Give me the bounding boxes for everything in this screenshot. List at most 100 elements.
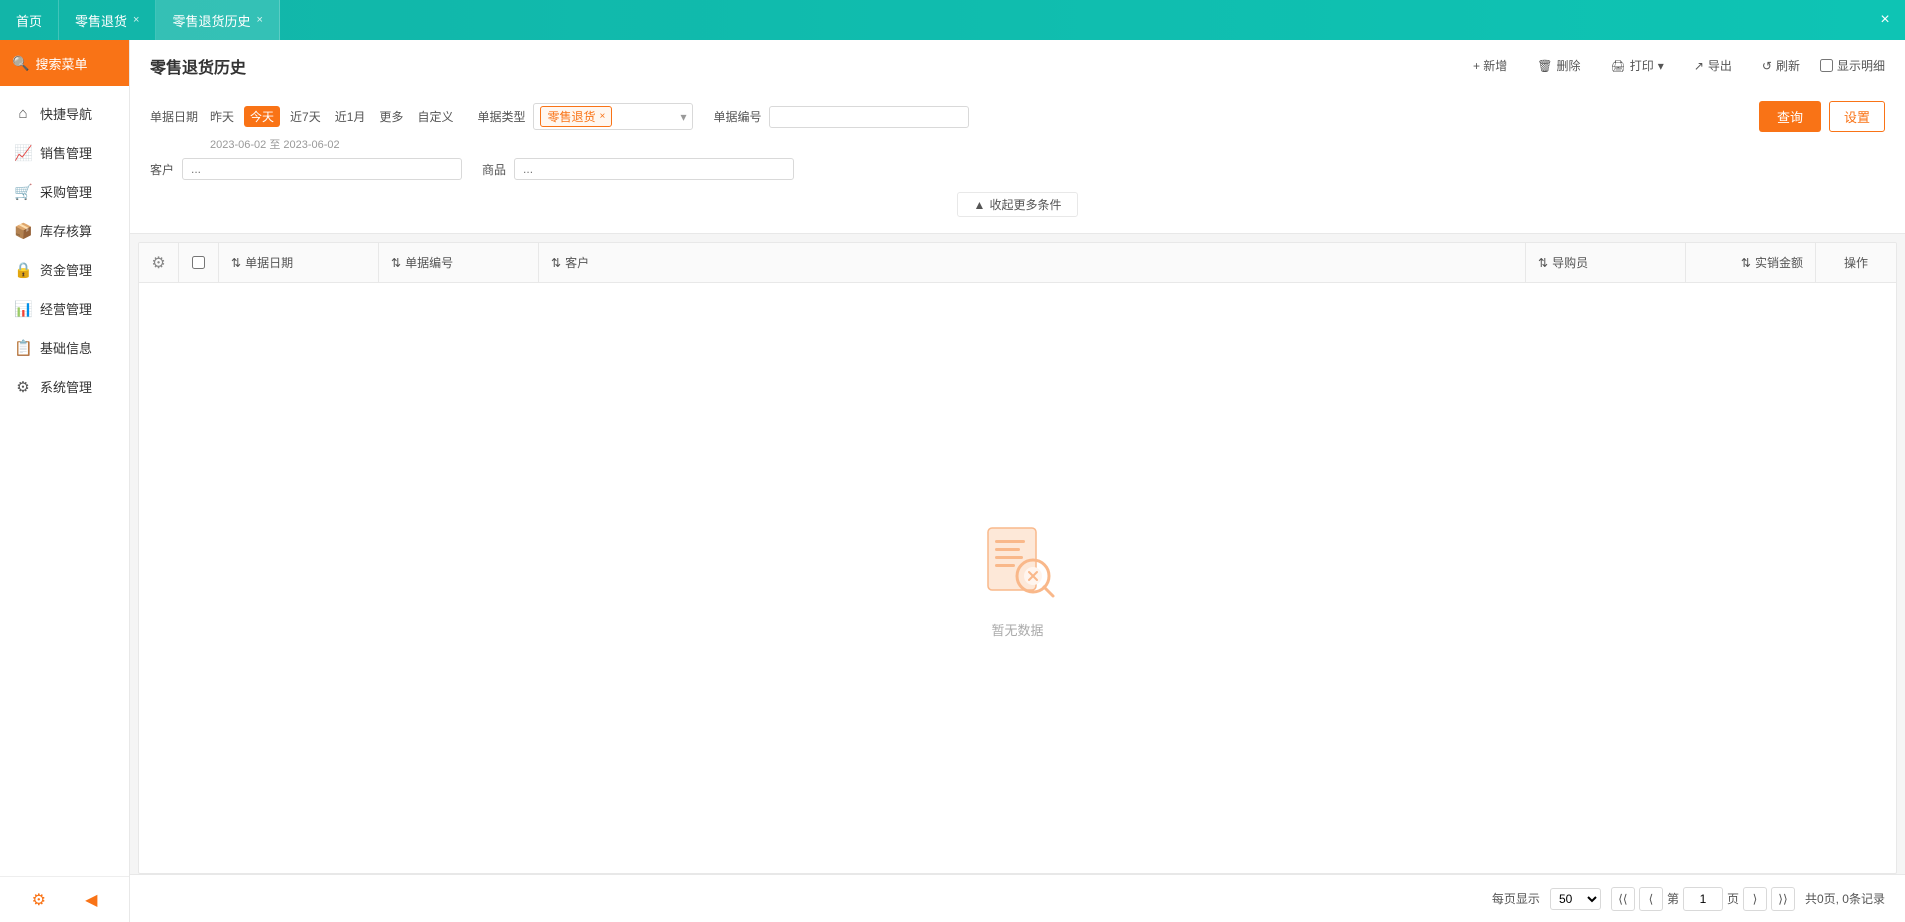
main-layout: 🔍 搜索菜单 ⌂ 快捷导航 📈 销售管理 🛒 采购管理 📦 库存核算 🔒 [0,40,1905,922]
sidebar-item-basic-info[interactable]: 📋 基础信息 [0,328,129,367]
tab-retail-return-history-label: 零售退货历史 [172,11,250,30]
delete-button-label: 删除 [1557,57,1581,74]
th-date[interactable]: ⇅ 单据日期 [219,243,379,282]
display-detail-check[interactable]: 显示明细 [1820,57,1885,74]
sidebar-item-operations[interactable]: 📊 经营管理 [0,289,129,328]
sidebar-item-purchase[interactable]: 🛒 采购管理 [0,172,129,211]
date-range-display: 2023-06-02 至 2023-06-02 [210,136,1885,152]
date-btn-1month[interactable]: 近1月 [331,106,370,127]
print-button-label: 打印 [1630,57,1654,74]
th-docno-label: 单据编号 [405,254,453,271]
page-number-input[interactable] [1683,887,1723,911]
page-prev-button[interactable]: ⟨ [1639,887,1663,911]
sales-icon: 📈 [14,144,32,162]
purchase-icon: 🛒 [14,183,32,201]
export-button[interactable]: ↗ 导出 [1684,52,1742,79]
home-icon: ⌂ [14,105,32,122]
print-button[interactable]: 🖨 打印 ▾ [1601,52,1674,79]
window-close-button[interactable]: × [1865,0,1905,40]
page-next-button[interactable]: ⟩ [1743,887,1767,911]
sidebar-search[interactable]: 🔍 搜索菜单 [0,40,129,86]
empty-text: 暂无数据 [991,620,1043,639]
tab-list: 首页 零售退货 × 零售退货历史 × [0,0,1865,40]
operations-icon: 📊 [14,300,32,318]
sidebar-item-operations-label: 经营管理 [40,299,92,318]
page-first-button[interactable]: ⟨⟨ [1611,887,1635,911]
per-page-select[interactable]: 10 20 50 100 [1550,888,1601,910]
th-amount[interactable]: ⇅ 实销金额 [1686,243,1816,282]
collapse-sidebar-icon[interactable]: ◀ [85,890,97,910]
tab-retail-return[interactable]: 零售退货 × [59,0,156,40]
print-icon: 🖨 [1611,59,1626,73]
content-area: 零售退货历史 + 新增 🗑 删除 🖨 打印 ▾ ↗ [130,40,1905,922]
display-detail-checkbox[interactable] [1820,59,1833,72]
page-last-button[interactable]: ⟩⟩ [1771,887,1795,911]
new-button-label: + 新增 [1473,57,1507,74]
basic-info-icon: 📋 [14,339,32,357]
th-docno[interactable]: ⇅ 单据编号 [379,243,539,282]
new-button[interactable]: + 新增 [1463,52,1517,79]
sidebar-item-sales[interactable]: 📈 销售管理 [0,133,129,172]
sidebar-item-quicknav[interactable]: ⌂ 快捷导航 [0,94,129,133]
page-unit: 页 [1727,890,1739,907]
th-action-label: 操作 [1844,254,1868,271]
export-icon: ↗ [1694,59,1704,73]
table-select-all[interactable] [179,243,219,282]
th-guide[interactable]: ⇅ 导购员 [1526,243,1686,282]
date-btn-7days[interactable]: 近7天 [286,106,325,127]
goods-label: 商品 [482,161,506,178]
sidebar-item-system[interactable]: ⚙ 系统管理 [0,367,129,406]
delete-button[interactable]: 🗑 删除 [1527,52,1590,79]
sidebar-item-inventory[interactable]: 📦 库存核算 [0,211,129,250]
date-btn-more[interactable]: 更多 [375,106,407,127]
doc-no-label: 单据编号 [713,108,761,125]
sidebar-item-system-label: 系统管理 [40,377,92,396]
date-btn-today[interactable]: 今天 [244,106,280,127]
sidebar-item-basic-info-label: 基础信息 [40,338,92,357]
tab-retail-return-close[interactable]: × [133,14,139,26]
sidebar-item-sales-label: 销售管理 [40,143,92,162]
doc-type-tag-close[interactable]: × [599,111,605,122]
table-container: ⚙ ⇅ 单据日期 ⇅ 单据编号 ⇅ 客户 ⇅ 导购员 [138,242,1897,874]
settings-button[interactable]: 设置 [1829,101,1885,132]
sidebar-item-purchase-label: 采购管理 [40,182,92,201]
collapse-bar: ▲ 收起更多条件 [150,188,1885,225]
doc-type-tag-label: 零售退货 [547,108,595,125]
pagination-bar: 每页显示 10 20 50 100 ⟨⟨ ⟨ 第 页 ⟩ ⟩⟩ 共0页, 0条记… [130,874,1905,922]
table-header: ⚙ ⇅ 单据日期 ⇅ 单据编号 ⇅ 客户 ⇅ 导购员 [139,243,1896,283]
inventory-icon: 📦 [14,222,32,240]
query-button[interactable]: 查询 [1759,101,1821,132]
sidebar: 🔍 搜索菜单 ⌂ 快捷导航 📈 销售管理 🛒 采购管理 📦 库存核算 🔒 [0,40,130,922]
settings-bottom-icon[interactable]: ⚙ [32,890,46,910]
print-dropdown-icon: ▾ [1658,59,1664,73]
page-title: 零售退货历史 [150,54,246,78]
table-column-settings[interactable]: ⚙ [139,243,179,282]
system-icon: ⚙ [14,378,32,396]
sidebar-item-inventory-label: 库存核算 [40,221,92,240]
doc-type-container[interactable]: 零售退货 × ▾ [533,103,693,130]
doc-no-input[interactable] [769,106,969,128]
th-guide-label: 导购员 [1552,254,1588,271]
customer-filter: 客户 [150,158,462,180]
select-all-checkbox[interactable] [192,256,205,269]
tab-retail-return-history[interactable]: 零售退货历史 × [156,0,279,40]
customer-input[interactable] [182,158,462,180]
top-bar: 首页 零售退货 × 零售退货历史 × × [0,0,1905,40]
tab-home[interactable]: 首页 [0,0,59,40]
goods-input[interactable] [514,158,794,180]
total-info: 共0页, 0条记录 [1805,890,1885,907]
th-customer[interactable]: ⇅ 客户 [539,243,1526,282]
per-page-label: 每页显示 [1492,890,1540,907]
filter-area: 单据日期 昨天 今天 近7天 近1月 更多 自定义 单据类型 [150,91,1885,233]
tab-retail-return-history-close[interactable]: × [256,14,262,26]
collapse-button[interactable]: ▲ 收起更多条件 [957,192,1079,217]
sidebar-item-finance[interactable]: 🔒 资金管理 [0,250,129,289]
filter-row-2: 客户 商品 [150,158,1885,180]
date-btn-custom[interactable]: 自定义 [413,106,457,127]
doc-no-filter: 单据编号 [713,106,969,128]
doc-type-filter: 单据类型 零售退货 × ▾ [477,103,693,130]
refresh-button[interactable]: ↺ 刷新 [1752,52,1810,79]
empty-state: 暂无数据 [139,283,1896,873]
refresh-button-label: 刷新 [1776,57,1800,74]
date-btn-yesterday[interactable]: 昨天 [206,106,238,127]
